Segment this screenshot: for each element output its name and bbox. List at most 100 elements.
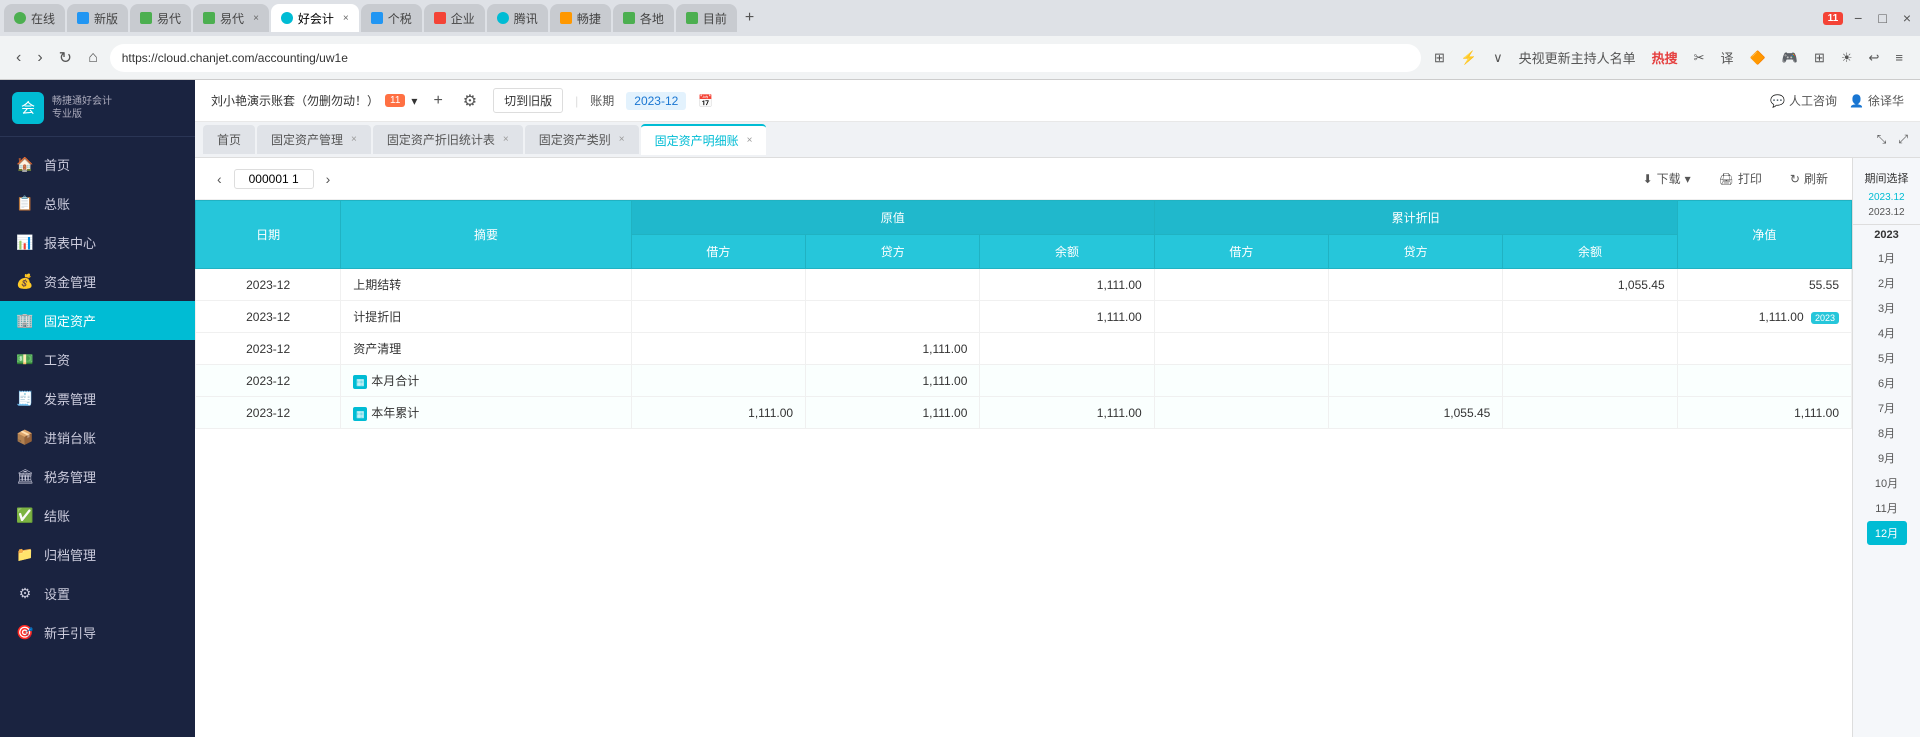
month-6[interactable]: 6月 — [1867, 371, 1907, 395]
sidebar-item-general-ledger[interactable]: 📋 总账 — [0, 184, 195, 223]
month-5[interactable]: 5月 — [1867, 346, 1907, 370]
switch-version-button[interactable]: 切到旧版 — [493, 88, 563, 113]
sidebar-item-guide[interactable]: 🎯 新手引导 — [0, 613, 195, 652]
service-button[interactable]: 💬 人工咨询 — [1770, 92, 1837, 109]
row4-dep-credit — [1329, 365, 1503, 397]
tab-homepage[interactable]: 首页 — [203, 125, 255, 154]
address-input[interactable] — [110, 44, 1421, 72]
period-value[interactable]: 2023-12 — [626, 92, 686, 110]
month-2[interactable]: 2月 — [1867, 271, 1907, 295]
reload-button[interactable]: ↻ — [55, 44, 76, 72]
tab-geshui[interactable]: 个税 — [361, 4, 422, 32]
home-button[interactable]: ⌂ — [84, 45, 102, 71]
sidebar-item-settings[interactable]: ⚙ 设置 — [0, 574, 195, 613]
tab-close-haokuaiji[interactable]: × — [343, 13, 349, 24]
company-selector[interactable]: 刘小艳演示账套（勿删勿动！） 11 ▾ — [211, 92, 417, 109]
close-button[interactable]: × — [1898, 8, 1916, 28]
minimize-button[interactable]: − — [1849, 8, 1867, 28]
forward-button[interactable]: › — [33, 45, 46, 71]
month-1[interactable]: 1月 — [1867, 246, 1907, 270]
dropdown-icon[interactable]: ∨ — [1488, 47, 1508, 69]
tab-gedi[interactable]: 各地 — [613, 4, 674, 32]
month-4[interactable]: 4月 — [1867, 321, 1907, 345]
tab-online[interactable]: 在线 — [4, 4, 65, 32]
prev-page-button[interactable]: ‹ — [211, 169, 228, 189]
grid-icon[interactable]: ⊞ — [1809, 47, 1830, 69]
hot-search-icon[interactable]: 热搜 — [1647, 45, 1683, 70]
period-date-1[interactable]: 2023.12 — [1866, 190, 1906, 205]
tab-close-yidai2[interactable]: × — [253, 13, 259, 24]
tab-fa-category[interactable]: 固定资产类别 × — [525, 125, 639, 154]
sidebar-item-home[interactable]: 🏠 首页 — [0, 145, 195, 184]
add-company-button[interactable]: + — [429, 88, 446, 114]
tab-close-fa-ledger[interactable]: × — [747, 135, 753, 146]
month-7[interactable]: 7月 — [1867, 396, 1907, 420]
search-hint[interactable]: 央视更新主持人名单 — [1514, 45, 1641, 70]
company-settings-button[interactable]: ⚙ — [459, 87, 481, 115]
month-11[interactable]: 11月 — [1867, 496, 1907, 520]
ledger-table: 日期 摘要 原值 累计折旧 净值 借方 贷方 余额 借方 — [195, 200, 1852, 737]
closing-icon: ✅ — [16, 507, 34, 525]
shrink-button[interactable]: ⤡ — [1873, 128, 1891, 151]
sidebar-item-fixed-assets[interactable]: 🏢 固定资产 — [0, 301, 195, 340]
tax-icon: 🏛 — [16, 468, 34, 486]
period-select-label: 期间选择 — [1863, 166, 1911, 190]
sidebar-item-label-fa: 固定资产 — [44, 311, 96, 330]
back-button[interactable]: ‹ — [12, 45, 25, 71]
refresh-button[interactable]: ↻ 刷新 — [1782, 166, 1836, 191]
next-page-button[interactable]: › — [320, 169, 337, 189]
tab-yidai2[interactable]: 易代 × — [193, 4, 269, 32]
sidebar-item-closing[interactable]: ✅ 结账 — [0, 496, 195, 535]
tab-label-yidai2: 易代 — [220, 10, 244, 27]
print-button[interactable]: 🖨 打印 — [1711, 166, 1770, 191]
row1-orig-debit — [631, 269, 805, 301]
tab-haokuaiji[interactable]: 好会计 × — [271, 4, 359, 32]
theme-icon[interactable]: ☀ — [1836, 47, 1858, 69]
month-10[interactable]: 10月 — [1867, 471, 1907, 495]
maximize-button[interactable]: □ — [1873, 8, 1891, 28]
tab-close-fa-management[interactable]: × — [351, 134, 357, 145]
month-8[interactable]: 8月 — [1867, 421, 1907, 445]
expand-button[interactable]: ⤢ — [1894, 128, 1912, 151]
tab-yidai1[interactable]: 易代 — [130, 4, 191, 32]
tab-new[interactable]: 新版 — [67, 4, 128, 32]
new-tab-button[interactable]: + — [739, 9, 760, 27]
tab-tencent[interactable]: 腾讯 — [487, 4, 548, 32]
row5-date: 2023-12 — [196, 397, 341, 429]
screen-cast-icon[interactable]: ⊞ — [1429, 47, 1450, 69]
sidebar-item-invoice[interactable]: 🧾 发票管理 — [0, 379, 195, 418]
month-9[interactable]: 9月 — [1867, 446, 1907, 470]
tab-changjie[interactable]: 畅捷 — [550, 4, 611, 32]
sidebar-item-payroll[interactable]: 💵 工资 — [0, 340, 195, 379]
tab-mubiao[interactable]: 目前 — [676, 4, 737, 32]
sidebar-item-funds[interactable]: 💰 资金管理 — [0, 262, 195, 301]
translate-icon[interactable]: 译 — [1716, 45, 1739, 70]
table-row: 2023-12 资产清理 1,111.00 — [196, 333, 1852, 365]
calendar-icon[interactable]: 📅 — [698, 94, 713, 108]
content-area: ‹ 000001 1 › ⬇ 下载 ▾ 🖨 — [195, 158, 1920, 737]
download-button[interactable]: ⬇ 下载 ▾ — [1635, 166, 1699, 191]
gamepad-icon[interactable]: 🎮 — [1777, 47, 1803, 69]
month-3[interactable]: 3月 — [1867, 296, 1907, 320]
scissors-icon[interactable]: ✂ — [1689, 47, 1710, 69]
refresh-icon: ↻ — [1790, 172, 1800, 186]
row2-orig-debit — [631, 301, 805, 333]
sidebar-item-archive[interactable]: 📁 归档管理 — [0, 535, 195, 574]
menu-icon[interactable]: ≡ — [1890, 47, 1908, 68]
sidebar-item-stock[interactable]: 📦 进销台账 — [0, 418, 195, 457]
tab-qiye[interactable]: 企业 — [424, 4, 485, 32]
sidebar-item-reports[interactable]: 📊 报表中心 — [0, 223, 195, 262]
lightning-icon[interactable]: ⚡ — [1456, 47, 1482, 69]
undo-icon[interactable]: ↩ — [1864, 47, 1885, 69]
tab-close-fa-depreciation[interactable]: × — [503, 134, 509, 145]
tab-fa-management[interactable]: 固定资产管理 × — [257, 125, 371, 154]
extension1-icon[interactable]: 🔶 — [1745, 47, 1771, 69]
sidebar-item-tax[interactable]: 🏛 税务管理 — [0, 457, 195, 496]
col-dep-debit: 借方 — [1154, 235, 1328, 269]
period-date-2[interactable]: 2023.12 — [1866, 205, 1906, 220]
tab-fa-depreciation[interactable]: 固定资产折旧统计表 × — [373, 125, 523, 154]
user-info[interactable]: 👤 徐译华 — [1849, 92, 1904, 109]
tab-fa-ledger[interactable]: 固定资产明细账 × — [641, 124, 767, 155]
month-12[interactable]: 12月 — [1867, 521, 1907, 545]
tab-close-fa-category[interactable]: × — [619, 134, 625, 145]
